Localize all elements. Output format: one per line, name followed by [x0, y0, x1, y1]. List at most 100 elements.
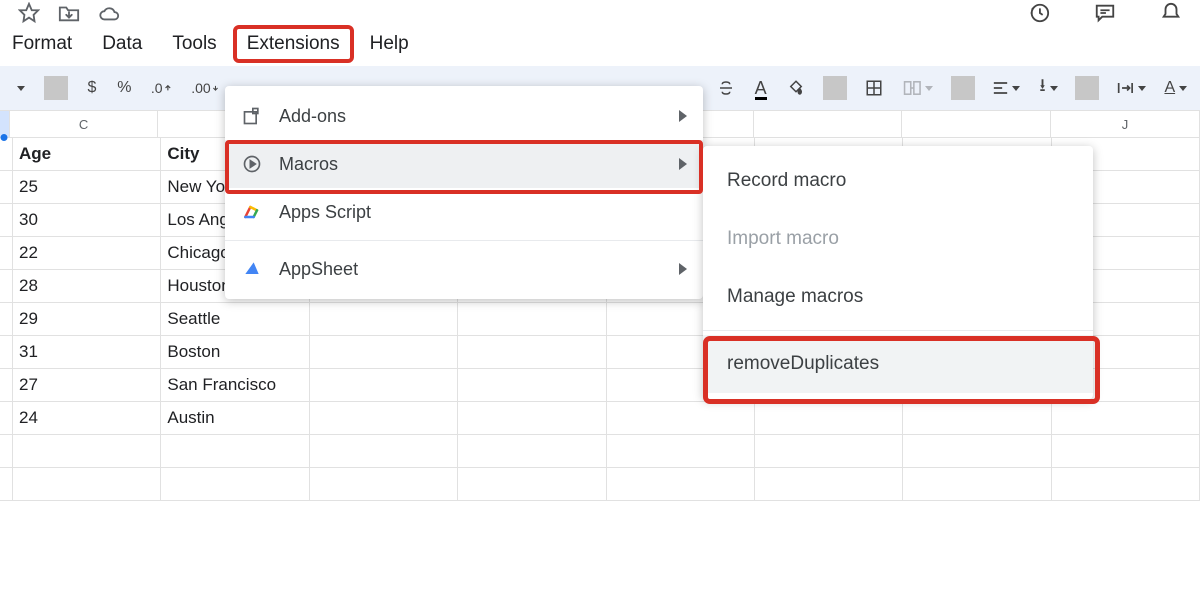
cell-age[interactable]: 24 — [13, 402, 161, 435]
submenu-custom-macro[interactable]: removeDuplicates — [703, 335, 1093, 393]
percent-button[interactable]: % — [112, 72, 137, 104]
header-cell-age[interactable]: Age — [13, 138, 161, 171]
vertical-align-button[interactable]: ⭳ — [1034, 72, 1062, 104]
cell[interactable] — [0, 369, 13, 402]
more-formats-dropdown[interactable] — [8, 72, 32, 104]
bell-icon[interactable] — [1160, 2, 1182, 24]
menu-item-label: Macros — [279, 154, 338, 175]
cell-city[interactable]: Austin — [161, 402, 309, 435]
menu-format[interactable]: Format — [0, 27, 84, 61]
cell[interactable] — [1052, 468, 1200, 501]
cell[interactable] — [0, 237, 13, 270]
column-header[interactable] — [754, 110, 903, 137]
cell[interactable] — [0, 402, 13, 435]
text-wrap-button[interactable] — [1111, 72, 1152, 104]
text-rotation-button[interactable]: A — [1160, 72, 1192, 104]
cell[interactable] — [0, 435, 13, 468]
cell[interactable] — [903, 435, 1051, 468]
cell[interactable] — [310, 303, 458, 336]
column-header[interactable] — [0, 110, 10, 137]
comment-icon[interactable] — [1094, 2, 1116, 24]
horizontal-align-button[interactable] — [987, 72, 1026, 104]
menu-tools[interactable]: Tools — [160, 27, 228, 61]
star-icon[interactable] — [18, 2, 40, 24]
cell[interactable] — [310, 369, 458, 402]
cell[interactable] — [310, 336, 458, 369]
menu-item-label: Add-ons — [279, 106, 346, 127]
menu-item-label: AppSheet — [279, 259, 358, 280]
cell[interactable] — [458, 303, 606, 336]
cell[interactable] — [0, 204, 13, 237]
cell[interactable] — [607, 435, 755, 468]
history-icon[interactable] — [1028, 2, 1050, 24]
cell-age[interactable]: 27 — [13, 369, 161, 402]
chevron-right-icon — [679, 263, 687, 275]
vertical-align-glyph: ⭳ — [1039, 73, 1045, 103]
increase-decimal-button[interactable]: .00 — [185, 72, 224, 104]
cell-age[interactable]: 31 — [13, 336, 161, 369]
cell[interactable] — [458, 336, 606, 369]
cell-age[interactable]: 30 — [13, 204, 161, 237]
cell[interactable] — [458, 369, 606, 402]
cell[interactable] — [310, 402, 458, 435]
cell[interactable] — [607, 468, 755, 501]
cell[interactable] — [0, 138, 13, 171]
cell[interactable] — [903, 402, 1051, 435]
cell[interactable] — [0, 270, 13, 303]
cell-age[interactable]: 25 — [13, 171, 161, 204]
cell-city[interactable]: Seattle — [161, 303, 309, 336]
cell[interactable] — [13, 468, 161, 501]
menu-item-macros[interactable]: Macros — [225, 140, 703, 188]
menu-divider — [225, 240, 703, 241]
currency-button[interactable]: $ — [80, 72, 104, 104]
menu-item-addons[interactable]: Add-ons — [225, 92, 703, 140]
cell-age[interactable]: 22 — [13, 237, 161, 270]
cell[interactable] — [458, 402, 606, 435]
cell[interactable] — [458, 435, 606, 468]
cell[interactable] — [755, 435, 903, 468]
column-header-c[interactable]: C — [10, 110, 159, 137]
cell[interactable] — [1052, 435, 1200, 468]
cell[interactable] — [1052, 402, 1200, 435]
macros-submenu: Record macro Import macro Manage macros … — [703, 146, 1093, 399]
table-row — [0, 435, 1200, 468]
cell[interactable] — [13, 435, 161, 468]
cell[interactable] — [0, 303, 13, 336]
cell[interactable] — [0, 171, 13, 204]
strikethrough-button[interactable] — [711, 72, 741, 104]
cell[interactable] — [310, 435, 458, 468]
appsheet-icon — [241, 258, 263, 280]
cell-city[interactable]: San Francisco — [161, 369, 309, 402]
cell[interactable] — [161, 435, 309, 468]
record-icon — [241, 153, 263, 175]
cell[interactable] — [0, 468, 13, 501]
cell-city[interactable]: Boston — [161, 336, 309, 369]
cell[interactable] — [903, 468, 1051, 501]
cell[interactable] — [458, 468, 606, 501]
cell[interactable] — [755, 468, 903, 501]
menu-help[interactable]: Help — [358, 27, 421, 61]
decrease-decimal-button[interactable]: .0 — [145, 72, 177, 104]
menu-extensions[interactable]: Extensions — [235, 27, 352, 61]
cell[interactable] — [161, 468, 309, 501]
fill-color-button[interactable] — [781, 72, 811, 104]
cell[interactable] — [0, 336, 13, 369]
column-header-j[interactable]: J — [1051, 110, 1200, 137]
cell-age[interactable]: 28 — [13, 270, 161, 303]
cell[interactable] — [310, 468, 458, 501]
menu-item-label: Apps Script — [279, 202, 371, 223]
column-header[interactable] — [902, 110, 1051, 137]
submenu-record-macro[interactable]: Record macro — [703, 152, 1093, 210]
cloud-saved-icon[interactable] — [98, 2, 120, 24]
borders-button[interactable] — [859, 72, 889, 104]
submenu-manage-macros[interactable]: Manage macros — [703, 268, 1093, 326]
text-color-button[interactable]: A — [749, 72, 773, 104]
move-to-folder-icon[interactable] — [58, 2, 80, 24]
menu-item-appsheet[interactable]: AppSheet — [225, 245, 703, 293]
menu-data[interactable]: Data — [90, 27, 154, 61]
menu-item-apps-script[interactable]: Apps Script — [225, 188, 703, 236]
cell[interactable] — [755, 402, 903, 435]
merge-cells-button[interactable] — [897, 72, 940, 104]
cell-age[interactable]: 29 — [13, 303, 161, 336]
cell[interactable] — [607, 402, 755, 435]
